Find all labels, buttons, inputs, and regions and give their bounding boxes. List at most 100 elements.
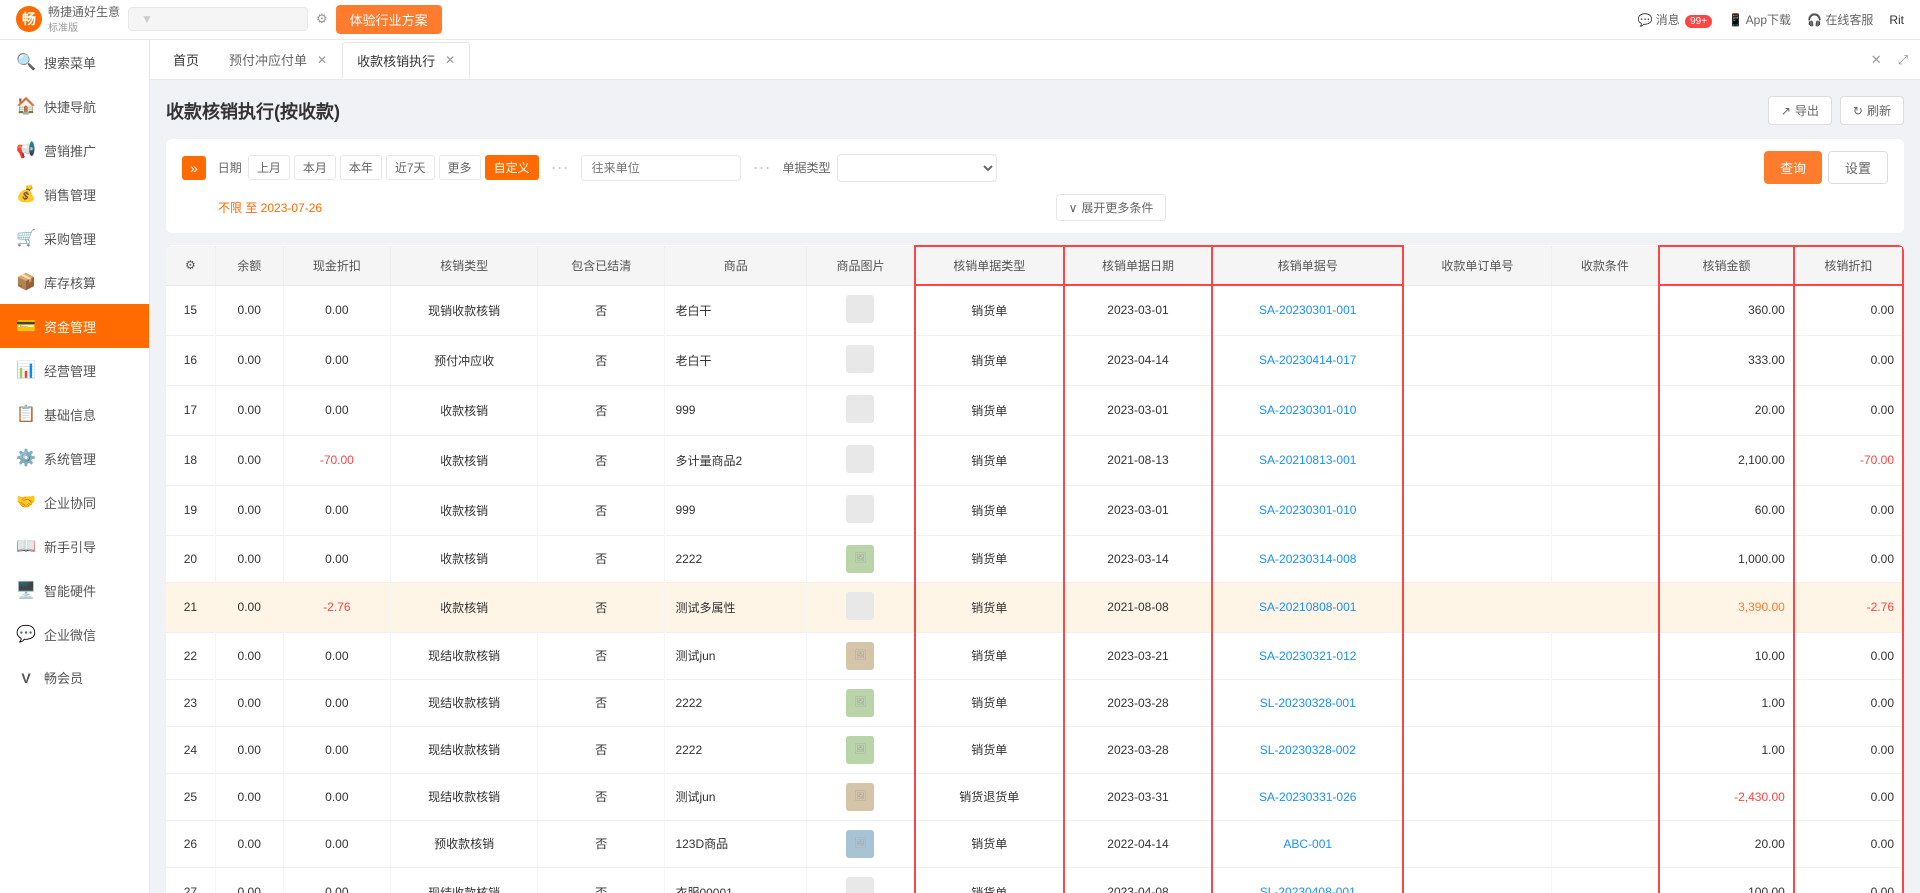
td-discount: 0.00 bbox=[1794, 820, 1903, 867]
td-billno[interactable]: SL-20230408-001 bbox=[1212, 867, 1403, 893]
filter-dots-2: ··· bbox=[753, 157, 771, 178]
tab-bar: 首页 预付冲应付单 ✕ 收款核销执行 ✕ ✕ ⤢ bbox=[150, 40, 1920, 80]
td-id: 21 bbox=[166, 582, 215, 632]
table-row: 26 0.00 0.00 预收款核销 否 123D商品 🖼 销货单 2022-0… bbox=[166, 820, 1903, 867]
td-billdate: 2023-03-31 bbox=[1064, 773, 1213, 820]
td-receiptorder bbox=[1403, 485, 1551, 535]
date-btn-lastmonth[interactable]: 上月 bbox=[248, 155, 290, 180]
page-content: 收款核销执行(按收款) ↗ 导出 ↻ 刷新 » 日期 bbox=[150, 80, 1920, 893]
td-cashdiscount: -2.76 bbox=[283, 582, 390, 632]
sidebar-item-wechat[interactable]: 💬 企业微信 bbox=[0, 612, 149, 656]
td-includeclosed: 否 bbox=[538, 535, 665, 582]
sidebar-item-marketing[interactable]: 📢 营销推广 bbox=[0, 128, 149, 172]
date-btn-thismonth[interactable]: 本月 bbox=[294, 155, 336, 180]
billtype-select[interactable]: 销货单 销货退货单 bbox=[837, 154, 997, 182]
sidebar-label-quicknav: 快捷导航 bbox=[44, 97, 96, 116]
settings-icon[interactable]: ⚙ bbox=[185, 258, 196, 272]
td-billno[interactable]: SA-20230314-008 bbox=[1212, 535, 1403, 582]
tab-home[interactable]: 首页 bbox=[158, 41, 214, 78]
table-row: 25 0.00 0.00 现结收款核销 否 测试jun 🖼 销货退货单 2023… bbox=[166, 773, 1903, 820]
date-btn-more[interactable]: 更多 bbox=[439, 155, 481, 180]
wechat-icon: 💬 bbox=[16, 624, 36, 644]
date-label: 日期 bbox=[218, 159, 242, 176]
query-button[interactable]: 查询 bbox=[1764, 151, 1822, 184]
td-amount: -2,430.00 bbox=[1659, 773, 1794, 820]
sidebar-item-basic[interactable]: 📋 基础信息 bbox=[0, 392, 149, 436]
expand-more-button[interactable]: ∨ 展开更多条件 bbox=[1056, 194, 1167, 221]
td-billno[interactable]: SA-20230301-001 bbox=[1212, 285, 1403, 335]
td-billno[interactable]: SA-20230301-010 bbox=[1212, 485, 1403, 535]
td-billdate: 2023-03-01 bbox=[1064, 385, 1213, 435]
brand-info: 畅捷通好生意 标准版 bbox=[48, 5, 120, 34]
expand-arrow[interactable]: » bbox=[182, 156, 206, 180]
online-service[interactable]: 🎧 在线客服 bbox=[1807, 11, 1873, 28]
setting-button[interactable]: 设置 bbox=[1828, 151, 1888, 184]
date-options: 上月 本月 本年 近7天 更多 自定义 bbox=[248, 155, 539, 180]
td-billno[interactable]: SL-20230328-001 bbox=[1212, 679, 1403, 726]
money-icon: 💰 bbox=[16, 184, 36, 204]
td-includeclosed: 否 bbox=[538, 485, 665, 535]
sidebar-item-enterprise[interactable]: 🤝 企业协同 bbox=[0, 480, 149, 524]
tab-bar-actions: ✕ ⤢ bbox=[1867, 48, 1912, 72]
sidebar-item-purchase[interactable]: 🛒 采购管理 bbox=[0, 216, 149, 260]
td-amount: 3,390.00 bbox=[1659, 582, 1794, 632]
sidebar-item-finance[interactable]: 💳 资金管理 bbox=[0, 304, 149, 348]
sidebar-item-hardware[interactable]: 🖥️ 智能硬件 bbox=[0, 568, 149, 612]
td-billno[interactable]: SA-20210808-001 bbox=[1212, 582, 1403, 632]
user-name[interactable]: Rit bbox=[1889, 13, 1904, 27]
td-billno[interactable]: SA-20230321-012 bbox=[1212, 632, 1403, 679]
th-billdate: 核销单据日期 bbox=[1064, 246, 1213, 285]
sidebar-item-search[interactable]: 🔍 搜索菜单 bbox=[0, 40, 149, 84]
td-billno[interactable]: SA-20230301-010 bbox=[1212, 385, 1403, 435]
td-billno[interactable]: SL-20230328-002 bbox=[1212, 726, 1403, 773]
sidebar-item-guide[interactable]: 📖 新手引导 bbox=[0, 524, 149, 568]
th-settings[interactable]: ⚙ bbox=[166, 246, 215, 285]
message-area[interactable]: 💬 消息 99+ bbox=[1637, 11, 1712, 28]
tab-collection-close[interactable]: ✕ bbox=[445, 53, 455, 67]
td-cashdiscount: 0.00 bbox=[283, 867, 390, 893]
td-cashdiscount: 0.00 bbox=[283, 820, 390, 867]
sidebar-label-sales: 销售管理 bbox=[44, 185, 96, 204]
handshake-icon: 🤝 bbox=[16, 492, 36, 512]
td-amount: 100.00 bbox=[1659, 867, 1794, 893]
td-billtype: 销货单 bbox=[915, 632, 1064, 679]
table-row: 21 0.00 -2.76 收款核销 否 测试多属性 销货单 2021-08-0… bbox=[166, 582, 1903, 632]
tab-prepay-close[interactable]: ✕ bbox=[317, 53, 327, 67]
maximize-icon[interactable]: ⤢ bbox=[1894, 48, 1912, 72]
data-table: ⚙ 余额 现金折扣 核销类型 包含已结清 商品 商品图片 核销单据类型 核销单据… bbox=[166, 245, 1904, 893]
top-bar-right: 💬 消息 99+ 📱 App下载 🎧 在线客服 Rit bbox=[1637, 11, 1904, 28]
sidebar-label-finance: 资金管理 bbox=[44, 317, 96, 336]
td-billno[interactable]: SA-20230331-026 bbox=[1212, 773, 1403, 820]
export-button[interactable]: ↗ 导出 bbox=[1768, 96, 1832, 125]
app-download[interactable]: 📱 App下载 bbox=[1728, 11, 1791, 28]
td-productimg bbox=[807, 285, 915, 335]
gear-icon[interactable]: ⚙ bbox=[316, 11, 328, 27]
td-productimg: 🖼 bbox=[807, 773, 915, 820]
sidebar-item-quicknav[interactable]: 🏠 快捷导航 bbox=[0, 84, 149, 128]
td-billno[interactable]: SA-20210813-001 bbox=[1212, 435, 1403, 485]
tab-collection[interactable]: 收款核销执行 ✕ bbox=[342, 42, 470, 79]
td-receiptorder bbox=[1403, 867, 1551, 893]
date-btn-custom[interactable]: 自定义 bbox=[485, 155, 539, 180]
refresh-button[interactable]: ↻ 刷新 bbox=[1840, 96, 1904, 125]
close-window-icon[interactable]: ✕ bbox=[1867, 48, 1886, 72]
sidebar-item-inventory[interactable]: 📦 库存核算 bbox=[0, 260, 149, 304]
td-amount: 1.00 bbox=[1659, 679, 1794, 726]
partner-input[interactable] bbox=[581, 155, 741, 181]
sidebar-item-system[interactable]: ⚙️ 系统管理 bbox=[0, 436, 149, 480]
td-billno[interactable]: SA-20230414-017 bbox=[1212, 335, 1403, 385]
th-amount: 核销金额 bbox=[1659, 246, 1794, 285]
th-receiptcond: 收款条件 bbox=[1551, 246, 1659, 285]
sidebar-item-member[interactable]: V 畅会员 bbox=[0, 656, 149, 699]
sidebar-item-sales[interactable]: 💰 销售管理 bbox=[0, 172, 149, 216]
date-btn-7days[interactable]: 近7天 bbox=[386, 155, 435, 180]
td-verifytype: 现销收款核销 bbox=[391, 285, 538, 335]
tab-prepay[interactable]: 预付冲应付单 ✕ bbox=[214, 41, 342, 78]
filter-bar: » 日期 上月 本月 本年 近7天 更多 自定义 ··· bbox=[166, 139, 1904, 233]
th-verifytype: 核销类型 bbox=[391, 246, 538, 285]
date-btn-thisyear[interactable]: 本年 bbox=[340, 155, 382, 180]
sidebar-item-business[interactable]: 📊 经营管理 bbox=[0, 348, 149, 392]
solution-button[interactable]: 体验行业方案 bbox=[336, 5, 442, 34]
td-billtype: 销货单 bbox=[915, 385, 1064, 435]
td-billno[interactable]: ABC-001 bbox=[1212, 820, 1403, 867]
